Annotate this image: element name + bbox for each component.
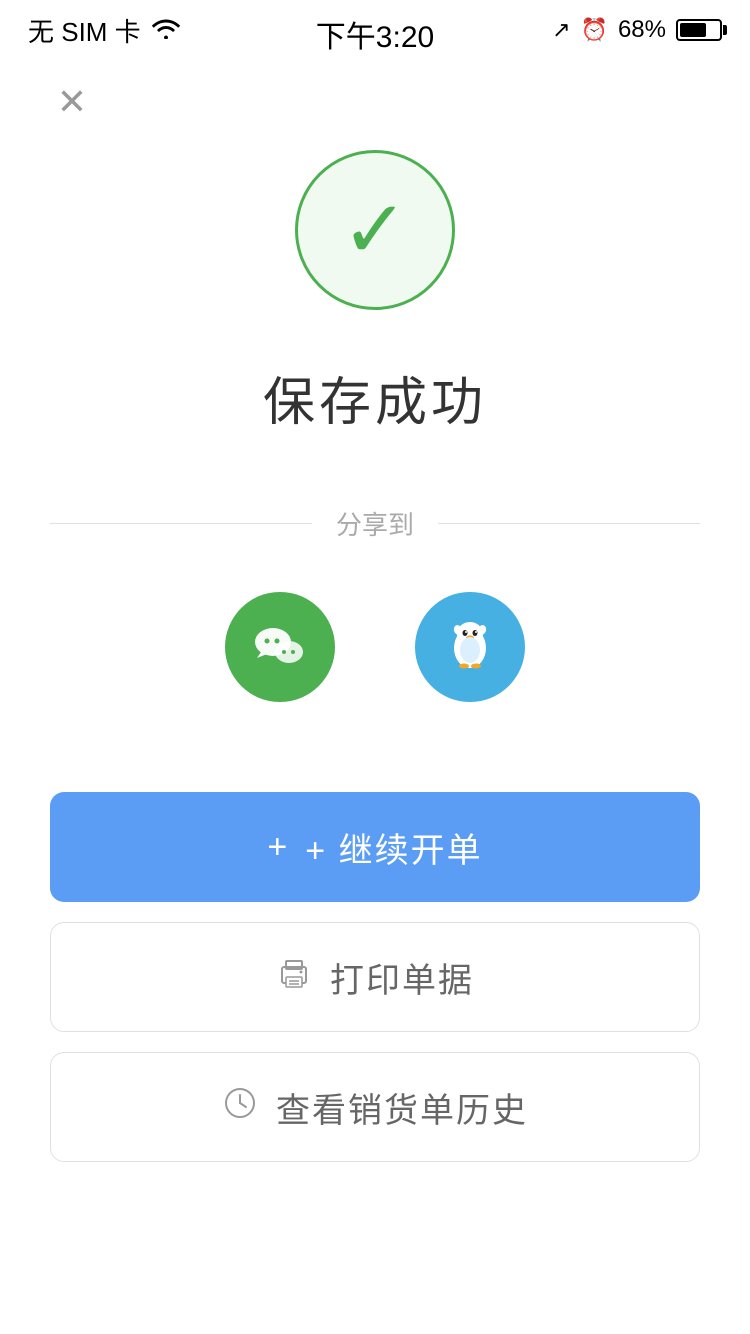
share-section: 分享到 bbox=[50, 505, 700, 782]
status-time: 下午3:20 bbox=[316, 12, 434, 56]
location-icon: ↗ bbox=[552, 17, 570, 43]
print-receipt-button[interactable]: 打印单据 bbox=[50, 922, 700, 1032]
battery-icon bbox=[676, 19, 722, 41]
continue-order-button[interactable]: + + 继续开单 bbox=[50, 792, 700, 902]
wifi-icon bbox=[151, 15, 181, 46]
status-bar: 无 SIM 卡 下午3:20 ↗ ⏰ 68% bbox=[0, 0, 750, 60]
wechat-share-button[interactable] bbox=[225, 592, 335, 702]
main-content: ✕ ✓ 保存成功 分享到 bbox=[0, 60, 750, 782]
qq-icon bbox=[439, 616, 501, 678]
view-history-button[interactable]: 查看销货单历史 bbox=[50, 1052, 700, 1162]
battery-percent: 68% bbox=[618, 16, 666, 44]
plus-icon: + bbox=[267, 828, 287, 867]
view-history-label: 查看销货单历史 bbox=[276, 1083, 528, 1132]
close-button[interactable]: ✕ bbox=[50, 80, 94, 124]
share-label: 分享到 bbox=[312, 505, 438, 542]
history-icon bbox=[222, 1085, 258, 1130]
print-receipt-label: 打印单据 bbox=[330, 953, 474, 1002]
close-icon: ✕ bbox=[57, 84, 87, 120]
success-circle: ✓ bbox=[295, 150, 455, 310]
status-left: 无 SIM 卡 bbox=[28, 12, 181, 49]
no-sim-text: 无 SIM 卡 bbox=[28, 12, 141, 49]
wechat-icon bbox=[249, 616, 311, 678]
status-right: ↗ ⏰ 68% bbox=[552, 16, 722, 44]
qq-share-button[interactable] bbox=[415, 592, 525, 702]
share-icons bbox=[50, 592, 700, 702]
alarm-icon: ⏰ bbox=[581, 17, 608, 43]
checkmark-icon: ✓ bbox=[341, 190, 408, 270]
share-divider: 分享到 bbox=[50, 505, 700, 542]
print-icon bbox=[276, 955, 312, 1000]
success-title: 保存成功 bbox=[263, 360, 487, 435]
success-section: ✓ 保存成功 分享到 bbox=[50, 90, 700, 782]
action-buttons: + + 继续开单 打印单据 查看销货单历史 bbox=[0, 792, 750, 1162]
continue-order-label: + 继续开单 bbox=[305, 823, 482, 872]
